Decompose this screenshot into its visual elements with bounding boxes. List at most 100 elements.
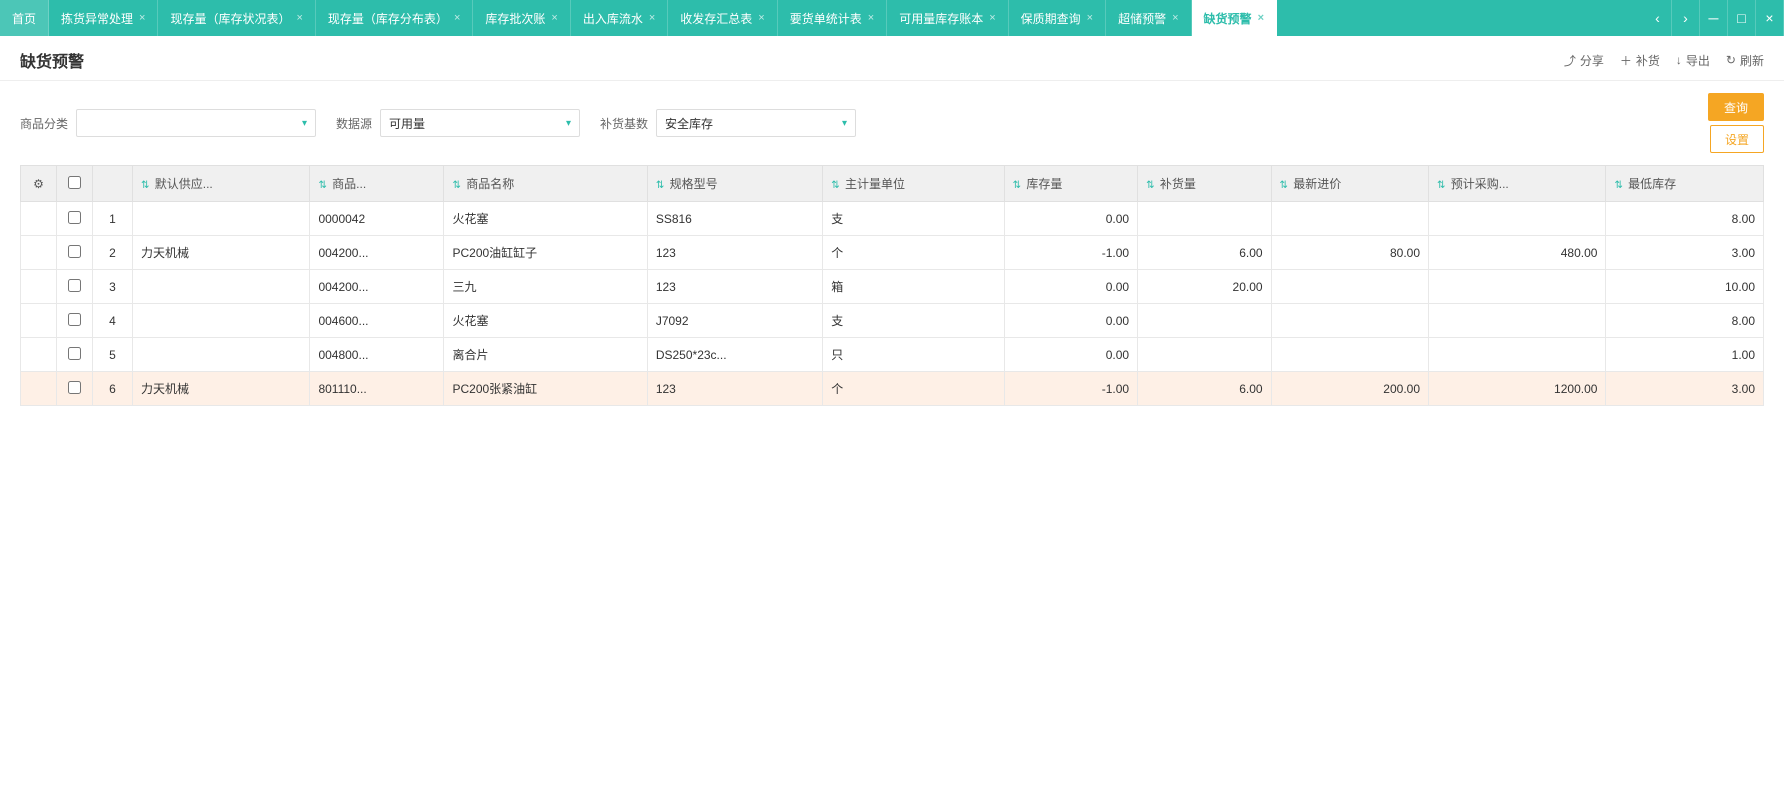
tab-shortage-close[interactable]: ×: [1258, 12, 1264, 24]
row-min-stock-cell: 8.00: [1606, 202, 1764, 236]
tab-batch-account[interactable]: 库存批次账 ×: [473, 0, 570, 36]
category-dropdown-arrow: ▾: [302, 118, 307, 129]
row-checkbox-cell[interactable]: [57, 372, 93, 406]
col-spec[interactable]: ⇅ 规格型号: [647, 166, 822, 202]
tab-batch-account-close[interactable]: ×: [551, 12, 557, 24]
row-spec-cell: J7092: [647, 304, 822, 338]
row-replenish-qty-cell: [1138, 304, 1271, 338]
tab-minimize-button[interactable]: ─: [1700, 0, 1728, 36]
replenish-base-select[interactable]: 安全库存 ▾: [656, 109, 856, 137]
select-all-checkbox[interactable]: [68, 176, 81, 189]
row-stock-qty-cell: 0.00: [1004, 270, 1137, 304]
tab-prev-button[interactable]: ‹: [1644, 0, 1672, 36]
col-product-code[interactable]: ⇅ 商品...: [310, 166, 444, 202]
tab-home-label: 首页: [12, 10, 36, 27]
tab-inventory-status-close[interactable]: ×: [296, 12, 302, 24]
row-checkbox-cell[interactable]: [57, 236, 93, 270]
tab-in-out-flow[interactable]: 出入库流水 ×: [571, 0, 668, 36]
row-stock-qty-cell: 0.00: [1004, 338, 1137, 372]
row-stock-qty-cell: -1.00: [1004, 372, 1137, 406]
tab-window-close-button[interactable]: ×: [1756, 0, 1784, 36]
row-min-stock-cell: 3.00: [1606, 372, 1764, 406]
tab-inventory-status-label: 现存量（库存状况表）: [170, 10, 290, 27]
tab-receipt-summary-close[interactable]: ×: [758, 12, 764, 24]
row-est-purchase-cell: [1429, 338, 1606, 372]
col-replenish-qty[interactable]: ⇅ 补货量: [1138, 166, 1271, 202]
row-stock-qty-cell: 0.00: [1004, 202, 1137, 236]
query-button[interactable]: 查询: [1708, 93, 1764, 121]
row-name-cell: PC200张紧油缸: [444, 372, 647, 406]
row-settings-cell: [21, 304, 57, 338]
sort-icon-min-stock: ⇅: [1614, 180, 1622, 191]
refresh-icon: ↻: [1726, 53, 1736, 67]
tab-inventory-dist-close[interactable]: ×: [454, 12, 460, 24]
tab-receipt-summary[interactable]: 收发存汇总表 ×: [668, 0, 777, 36]
col-stock-qty[interactable]: ⇅ 库存量: [1004, 166, 1137, 202]
row-spec-cell: 123: [647, 372, 822, 406]
tab-expiry-query[interactable]: 保质期查询 ×: [1009, 0, 1106, 36]
tab-home[interactable]: 首页: [0, 0, 49, 36]
col-est-purchase[interactable]: ⇅ 预计采购...: [1429, 166, 1606, 202]
export-button[interactable]: ↓ 导出: [1676, 52, 1710, 69]
row-latest-price-cell: [1271, 270, 1428, 304]
table-row: 3 004200... 三九 123 箱 0.00 20.00 10.00: [21, 270, 1764, 304]
category-filter-group: 商品分类 ▾: [20, 109, 316, 137]
col-settings[interactable]: ⚙: [21, 166, 57, 202]
row-stock-qty-cell: -1.00: [1004, 236, 1137, 270]
col-row-num: [93, 166, 133, 202]
row-num-cell: 1: [93, 202, 133, 236]
row-code-cell: 004200...: [310, 270, 444, 304]
datasource-label: 数据源: [336, 115, 372, 132]
col-latest-price[interactable]: ⇅ 最新进价: [1271, 166, 1428, 202]
share-button[interactable]: ⤴ 分享: [1564, 52, 1604, 69]
row-settings-cell: [21, 372, 57, 406]
refresh-button[interactable]: ↻ 刷新: [1726, 52, 1764, 69]
table-row: 5 004800... 离合片 DS250*23c... 只 0.00 1.00: [21, 338, 1764, 372]
row-checkbox-cell[interactable]: [57, 338, 93, 372]
col-default-supplier[interactable]: ⇅ 默认供应...: [133, 166, 310, 202]
tab-requisition-stat[interactable]: 要货单统计表 ×: [778, 0, 887, 36]
row-spec-cell: SS816: [647, 202, 822, 236]
row-checkbox[interactable]: [68, 313, 81, 326]
category-select[interactable]: ▾: [76, 109, 316, 137]
row-checkbox-cell[interactable]: [57, 202, 93, 236]
tab-expiry-query-close[interactable]: ×: [1087, 12, 1093, 24]
tab-exception[interactable]: 拣货异常处理 ×: [49, 0, 158, 36]
settings-button[interactable]: 设置: [1710, 125, 1764, 153]
tab-overstock[interactable]: 超储预警 ×: [1106, 0, 1191, 36]
row-est-purchase-cell: [1429, 270, 1606, 304]
tab-exception-close[interactable]: ×: [139, 12, 145, 24]
tab-available-ledger[interactable]: 可用量库存账本 ×: [887, 0, 1008, 36]
row-checkbox-cell[interactable]: [57, 304, 93, 338]
tab-overstock-close[interactable]: ×: [1172, 12, 1178, 24]
row-replenish-qty-cell: 20.00: [1138, 270, 1271, 304]
tab-requisition-stat-close[interactable]: ×: [868, 12, 874, 24]
tab-inventory-status[interactable]: 现存量（库存状况表） ×: [158, 0, 315, 36]
col-min-stock[interactable]: ⇅ 最低库存: [1606, 166, 1764, 202]
col-unit[interactable]: ⇅ 主计量单位: [823, 166, 1004, 202]
replenish-button[interactable]: ＋ 补货: [1620, 52, 1660, 69]
tab-maximize-button[interactable]: □: [1728, 0, 1756, 36]
tab-available-ledger-close[interactable]: ×: [989, 12, 995, 24]
tab-inventory-dist[interactable]: 现存量（库存分布表） ×: [316, 0, 473, 36]
row-unit-cell: 支: [823, 202, 1004, 236]
sort-icon-spec: ⇅: [656, 180, 664, 191]
row-checkbox[interactable]: [68, 381, 81, 394]
row-latest-price-cell: [1271, 338, 1428, 372]
row-checkbox[interactable]: [68, 347, 81, 360]
row-checkbox[interactable]: [68, 211, 81, 224]
row-est-purchase-cell: 1200.00: [1429, 372, 1606, 406]
tab-shortage[interactable]: 缺货预警 ×: [1192, 0, 1277, 36]
datasource-select[interactable]: 可用量 ▾: [380, 109, 580, 137]
tab-shortage-label: 缺货预警: [1204, 10, 1252, 27]
tab-in-out-flow-close[interactable]: ×: [649, 12, 655, 24]
row-checkbox[interactable]: [68, 279, 81, 292]
sort-icon-code: ⇅: [318, 180, 326, 191]
tab-in-out-flow-label: 出入库流水: [583, 10, 643, 27]
row-checkbox-cell[interactable]: [57, 270, 93, 304]
sort-icon-est-purchase: ⇅: [1437, 180, 1445, 191]
col-checkbox-all[interactable]: [57, 166, 93, 202]
col-product-name[interactable]: ⇅ 商品名称: [444, 166, 647, 202]
row-checkbox[interactable]: [68, 245, 81, 258]
tab-next-button[interactable]: ›: [1672, 0, 1700, 36]
